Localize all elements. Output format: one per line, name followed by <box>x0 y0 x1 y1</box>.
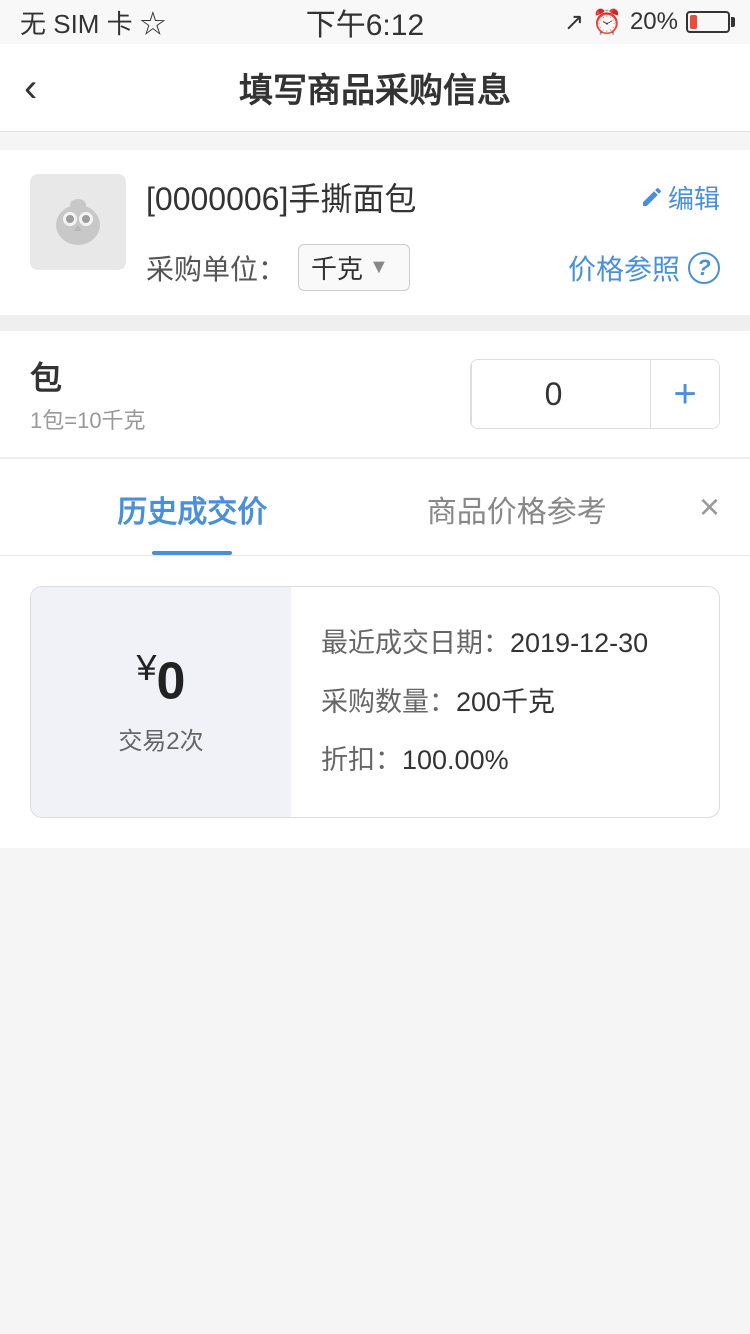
nav-bar: ‹ 填写商品采购信息 <box>0 44 750 132</box>
back-button[interactable]: ‹ <box>24 68 37 108</box>
status-left: 无 SIM 卡 ☆ <box>20 4 166 41</box>
product-info: [0000006]手撕面包 编辑 采购单位： 千克 ▼ <box>146 174 720 291</box>
quantity-conversion: 1包=10千克 <box>30 403 146 435</box>
status-right: ↗ ⏰ 20% <box>564 8 730 37</box>
quantity-label-wrap: 包 1包=10千克 <box>30 353 146 435</box>
chevron-down-icon: ▼ <box>369 256 389 279</box>
product-section: [0000006]手撕面包 编辑 采购单位： 千克 ▼ <box>0 150 750 315</box>
price-card: ¥0 交易2次 最近成交日期：2019-12-30 采购数量：200千克 折扣：… <box>30 586 720 818</box>
quantity-input[interactable] <box>471 360 651 428</box>
trade-count: 交易2次 <box>118 721 203 756</box>
status-bar: 无 SIM 卡 ☆ 下午6:12 ↗ ⏰ 20% <box>0 0 750 44</box>
edit-icon <box>640 185 664 209</box>
bottom-sheet: 历史成交价 商品价格参考 × ¥0 交易2次 最近成交日期：2019-12-30… <box>0 458 750 848</box>
price-amount: ¥0 <box>137 647 186 711</box>
product-name-row: [0000006]手撕面包 编辑 <box>146 174 720 220</box>
unit-value: 千克 <box>311 249 363 286</box>
detail-row-date: 最近成交日期：2019-12-30 <box>321 623 689 664</box>
quantity-control: + <box>470 359 720 429</box>
quantity-add-button[interactable]: + <box>651 360 719 428</box>
detail-value-date: 2019-12-30 <box>510 628 648 658</box>
price-card-left: ¥0 交易2次 <box>31 587 291 817</box>
detail-value-qty: 200千克 <box>456 687 555 717</box>
edit-button[interactable]: 编辑 <box>640 179 720 216</box>
product-thumbnail <box>30 174 126 270</box>
detail-row-qty: 采购数量：200千克 <box>321 682 689 723</box>
section-divider <box>0 315 750 331</box>
tab-history-price[interactable]: 历史成交价 <box>30 459 354 555</box>
status-time: 下午6:12 <box>306 0 424 44</box>
quantity-row: 包 1包=10千克 + <box>0 331 750 458</box>
unit-label: 采购单位： <box>146 248 286 288</box>
card-list: ¥0 交易2次 最近成交日期：2019-12-30 采购数量：200千克 折扣：… <box>0 556 750 848</box>
currency-symbol: ¥ <box>137 647 157 688</box>
unit-select[interactable]: 千克 ▼ <box>298 244 410 291</box>
alarm-icon: ⏰ <box>592 8 622 37</box>
page-title: 填写商品采购信息 <box>239 63 511 112</box>
unit-row: 采购单位： 千克 ▼ 价格参照 ? <box>146 244 720 291</box>
battery-icon <box>686 11 730 33</box>
product-row: [0000006]手撕面包 编辑 采购单位： 千克 ▼ <box>30 174 720 291</box>
location-icon: ↗ <box>564 8 584 37</box>
detail-label-discount: 折扣： <box>321 745 402 775</box>
price-ref-label: 价格参照 <box>568 248 680 288</box>
price-card-right: 最近成交日期：2019-12-30 采购数量：200千克 折扣：100.00% <box>291 587 719 817</box>
price-ref-button[interactable]: 价格参照 ? <box>568 248 720 288</box>
close-button[interactable]: × <box>679 469 720 545</box>
info-icon: ? <box>688 252 720 284</box>
quantity-unit: 包 <box>30 353 146 399</box>
detail-label-date: 最近成交日期： <box>321 628 510 658</box>
signal-label: 无 SIM 卡 ☆ <box>20 4 166 41</box>
detail-value-discount: 100.00% <box>402 745 509 775</box>
detail-label-qty: 采购数量： <box>321 687 456 717</box>
tab-bar: 历史成交价 商品价格参考 × <box>0 459 750 556</box>
battery-percent: 20% <box>630 8 678 36</box>
tab-product-price-ref[interactable]: 商品价格参考 <box>354 459 678 555</box>
product-name: [0000006]手撕面包 <box>146 174 416 220</box>
detail-row-discount: 折扣：100.00% <box>321 740 689 781</box>
unit-left: 采购单位： 千克 ▼ <box>146 244 410 291</box>
